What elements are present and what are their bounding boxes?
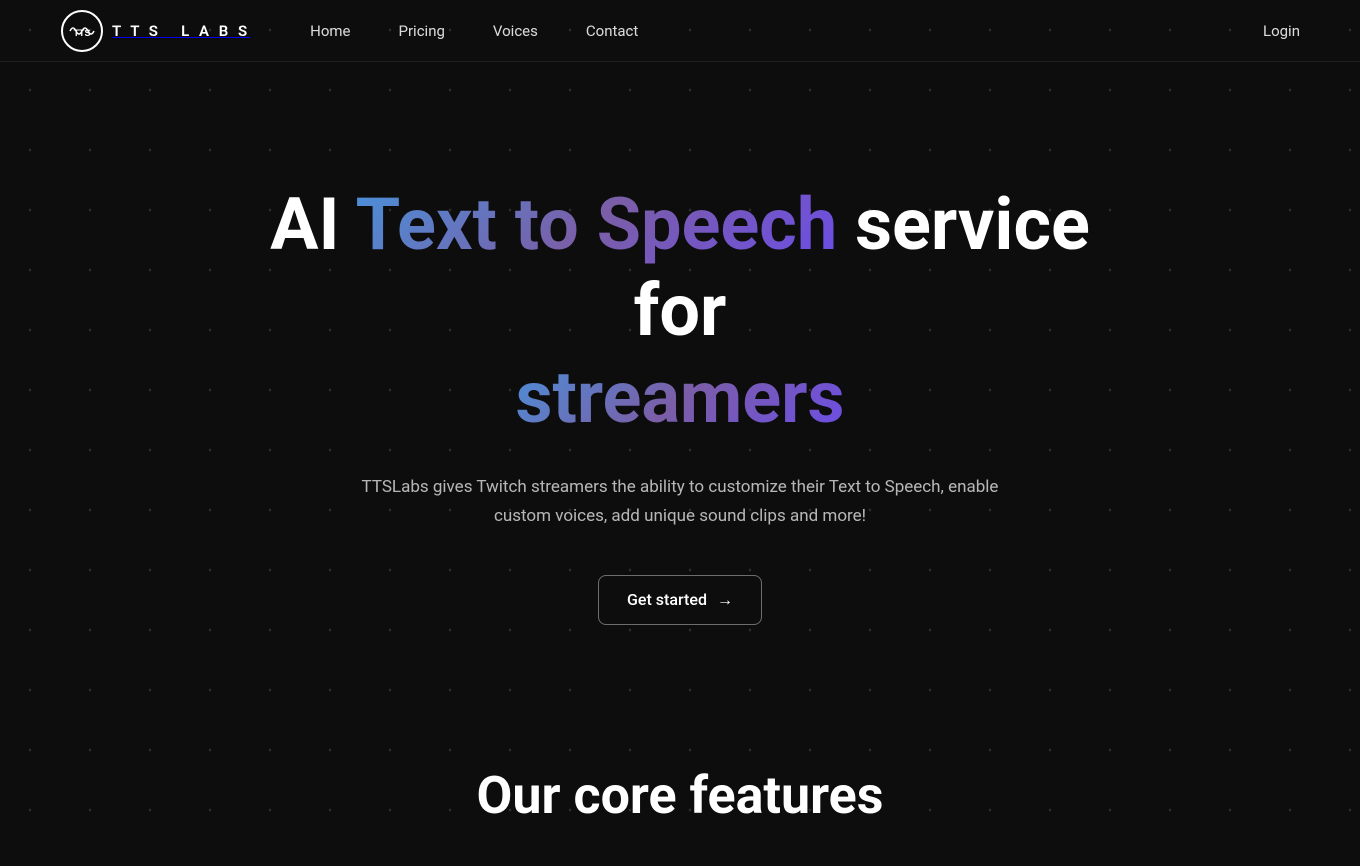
nav-left: TTS T T S L A B S Home Pricing Voices Co…: [60, 9, 638, 53]
navbar: TTS T T S L A B S Home Pricing Voices Co…: [0, 0, 1360, 62]
hero-subtitle: TTSLabs gives Twitch streamers the abili…: [360, 473, 1000, 531]
login-button[interactable]: Login: [1263, 22, 1300, 40]
nav-item-contact[interactable]: Contact: [586, 21, 638, 40]
get-started-label: Get started: [627, 590, 707, 609]
hero-title: AI Text to Speech service forstreamers: [230, 182, 1130, 441]
nav-link-home[interactable]: Home: [310, 22, 350, 40]
logo-text: T T S L A B S: [112, 22, 250, 40]
nav-link-pricing[interactable]: Pricing: [399, 22, 445, 40]
features-title: Our core features: [40, 765, 1320, 826]
hero-title-plain: AI: [270, 182, 339, 267]
features-section: Our core features: [0, 705, 1360, 866]
nav-right: Login: [1263, 22, 1300, 40]
logo-icon: TTS: [60, 9, 104, 53]
logo[interactable]: TTS T T S L A B S: [60, 9, 250, 53]
nav-item-voices[interactable]: Voices: [493, 21, 538, 40]
nav-links: Home Pricing Voices Contact: [310, 21, 638, 40]
hero-section: AI Text to Speech service forstreamers T…: [0, 62, 1360, 705]
hero-title-gradient: Text to Speech: [356, 182, 838, 267]
nav-item-pricing[interactable]: Pricing: [399, 21, 445, 40]
nav-link-voices[interactable]: Voices: [493, 22, 538, 40]
get-started-button[interactable]: Get started →: [598, 575, 762, 625]
nav-link-contact[interactable]: Contact: [586, 22, 638, 40]
get-started-arrow: →: [717, 590, 733, 610]
nav-item-home[interactable]: Home: [310, 21, 350, 40]
